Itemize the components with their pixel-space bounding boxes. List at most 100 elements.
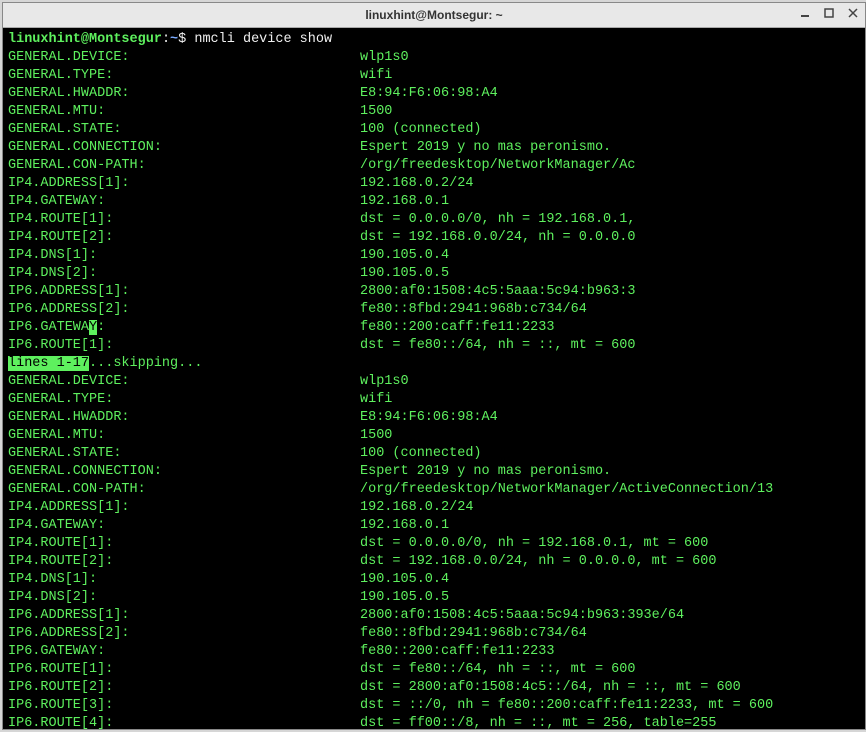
- output-value: Espert 2019 y no mas peronismo.: [360, 139, 860, 157]
- output-value: dst = 0.0.0.0/0, nh = 192.168.0.1,: [360, 211, 860, 229]
- output-row: GENERAL.HWADDR:E8:94:F6:06:98:A4: [8, 85, 860, 103]
- output-key: GENERAL.MTU:: [8, 427, 360, 445]
- minimize-icon[interactable]: [797, 5, 813, 21]
- output-row: GENERAL.MTU:1500: [8, 427, 860, 445]
- output-row: IP6.ADDRESS[1]:2800:af0:1508:4c5:5aaa:5c…: [8, 607, 860, 625]
- output-value: 192.168.0.2/24: [360, 175, 860, 193]
- output-value: /org/freedesktop/NetworkManager/Ac: [360, 157, 860, 175]
- terminal-body[interactable]: linuxhint@Montsegur:~$ nmcli device show…: [3, 28, 865, 729]
- output-row: IP6.ROUTE[3]:dst = ::/0, nh = fe80::200:…: [8, 697, 860, 715]
- output-key: IP6.ADDRESS[2]:: [8, 625, 360, 643]
- output-key: GENERAL.CON-PATH:: [8, 481, 360, 499]
- output-row: IP4.GATEWAY:192.168.0.1: [8, 517, 860, 535]
- output-value: Espert 2019 y no mas peronismo.: [360, 463, 860, 481]
- output-key: GENERAL.TYPE:: [8, 67, 360, 85]
- terminal-window: linuxhint@Montsegur: ~ linuxhint@Montseg…: [2, 2, 866, 730]
- prompt-colon: :: [162, 32, 170, 47]
- output-row: IP6.ROUTE[2]:dst = 2800:af0:1508:4c5::/6…: [8, 679, 860, 697]
- output-key: GENERAL.STATE:: [8, 445, 360, 463]
- output-row: GENERAL.DEVICE:wlp1s0: [8, 373, 860, 391]
- output-value: wlp1s0: [360, 373, 860, 391]
- window-controls: [797, 5, 861, 21]
- output-key: GENERAL.DEVICE:: [8, 373, 360, 391]
- output-value: 100 (connected): [360, 121, 860, 139]
- output-key: IP6.ROUTE[3]:: [8, 697, 360, 715]
- output-value: fe80::200:caff:fe11:2233: [360, 643, 860, 661]
- output-key: IP4.ADDRESS[1]:: [8, 175, 360, 193]
- output-value: 2800:af0:1508:4c5:5aaa:5c94:b963:3: [360, 283, 860, 301]
- close-icon[interactable]: [845, 5, 861, 21]
- output-row: GENERAL.CONNECTION:Espert 2019 y no mas …: [8, 139, 860, 157]
- output-value: 190.105.0.4: [360, 247, 860, 265]
- output-value: 2800:af0:1508:4c5:5aaa:5c94:b963:393e/64: [360, 607, 860, 625]
- output-key: IP4.DNS[1]:: [8, 571, 360, 589]
- output-key: GENERAL.CONNECTION:: [8, 139, 360, 157]
- output-value: 190.105.0.5: [360, 265, 860, 283]
- output-key: IP4.ROUTE[1]:: [8, 535, 360, 553]
- output-value: fe80::200:caff:fe11:2233: [360, 319, 860, 337]
- output-key: GENERAL.MTU:: [8, 103, 360, 121]
- output-row: IP4.DNS[1]:190.105.0.4: [8, 571, 860, 589]
- prompt-user-host: linuxhint@Montsegur: [8, 32, 162, 47]
- output-value: dst = 0.0.0.0/0, nh = 192.168.0.1, mt = …: [360, 535, 860, 553]
- output-key: IP4.ROUTE[1]:: [8, 211, 360, 229]
- output-row: IP6.ROUTE[1]:dst = fe80::/64, nh = ::, m…: [8, 337, 860, 355]
- output-row: IP4.ADDRESS[1]:192.168.0.2/24: [8, 499, 860, 517]
- output-key: IP6.ADDRESS[2]:: [8, 301, 360, 319]
- cursor: Y: [89, 320, 97, 335]
- maximize-icon[interactable]: [821, 5, 837, 21]
- output-value: dst = 2800:af0:1508:4c5::/64, nh = ::, m…: [360, 679, 860, 697]
- output-value: fe80::8fbd:2941:968b:c734/64: [360, 625, 860, 643]
- output-key: IP4.GATEWAY:: [8, 517, 360, 535]
- output-key: IP6.GATEWAY:: [8, 319, 360, 337]
- output-key: IP6.GATEWAY:: [8, 643, 360, 661]
- output-row: IP4.ROUTE[2]:dst = 192.168.0.0/24, nh = …: [8, 229, 860, 247]
- output-key: GENERAL.HWADDR:: [8, 409, 360, 427]
- output-value: wifi: [360, 67, 860, 85]
- output-row: GENERAL.HWADDR:E8:94:F6:06:98:A4: [8, 409, 860, 427]
- output-key: GENERAL.CONNECTION:: [8, 463, 360, 481]
- output-row: GENERAL.DEVICE:wlp1s0: [8, 49, 860, 67]
- output-value: fe80::8fbd:2941:968b:c734/64: [360, 301, 860, 319]
- output-key: IP4.DNS[2]:: [8, 265, 360, 283]
- output-row: IP4.DNS[2]:190.105.0.5: [8, 265, 860, 283]
- output-row: GENERAL.MTU:1500: [8, 103, 860, 121]
- output-row: IP6.ADDRESS[2]:fe80::8fbd:2941:968b:c734…: [8, 625, 860, 643]
- output-key: IP4.ROUTE[2]:: [8, 229, 360, 247]
- output-row: IP6.ADDRESS[1]:2800:af0:1508:4c5:5aaa:5c…: [8, 283, 860, 301]
- output-key: IP4.ADDRESS[1]:: [8, 499, 360, 517]
- output-row: IP4.ADDRESS[1]:192.168.0.2/24: [8, 175, 860, 193]
- output-key: IP4.ROUTE[2]:: [8, 553, 360, 571]
- output-key: GENERAL.CON-PATH:: [8, 157, 360, 175]
- output-key: GENERAL.STATE:: [8, 121, 360, 139]
- titlebar[interactable]: linuxhint@Montsegur: ~: [3, 3, 865, 28]
- output-key: GENERAL.HWADDR:: [8, 85, 360, 103]
- output-key: GENERAL.DEVICE:: [8, 49, 360, 67]
- output-value: dst = 192.168.0.0/24, nh = 0.0.0.0: [360, 229, 860, 247]
- output-value: dst = 192.168.0.0/24, nh = 0.0.0.0, mt =…: [360, 553, 860, 571]
- window-title: linuxhint@Montsegur: ~: [3, 8, 865, 22]
- output-row: IP4.ROUTE[1]:dst = 0.0.0.0/0, nh = 192.1…: [8, 535, 860, 553]
- output-row: IP4.DNS[2]:190.105.0.5: [8, 589, 860, 607]
- output-value: 192.168.0.2/24: [360, 499, 860, 517]
- output-value: E8:94:F6:06:98:A4: [360, 85, 860, 103]
- output-value: dst = ff00::/8, nh = ::, mt = 256, table…: [360, 715, 860, 729]
- output-row: IP6.GATEWAY:fe80::200:caff:fe11:2233: [8, 319, 860, 337]
- command-text: nmcli device show: [194, 32, 332, 47]
- output-value: dst = fe80::/64, nh = ::, mt = 600: [360, 337, 860, 355]
- output-value: 190.105.0.5: [360, 589, 860, 607]
- output-key: IP4.DNS[1]:: [8, 247, 360, 265]
- output-value: wlp1s0: [360, 49, 860, 67]
- output-value: dst = fe80::/64, nh = ::, mt = 600: [360, 661, 860, 679]
- output-key: IP6.ADDRESS[1]:: [8, 607, 360, 625]
- output-key: IP4.DNS[2]:: [8, 589, 360, 607]
- output-row: IP4.ROUTE[2]:dst = 192.168.0.0/24, nh = …: [8, 553, 860, 571]
- prompt-path: ~: [170, 32, 178, 47]
- output-row: GENERAL.CON-PATH:/org/freedesktop/Networ…: [8, 481, 860, 499]
- output-key: IP6.ROUTE[1]:: [8, 661, 360, 679]
- output-value: 100 (connected): [360, 445, 860, 463]
- output-row: IP6.ROUTE[1]:dst = fe80::/64, nh = ::, m…: [8, 661, 860, 679]
- output-row: IP6.GATEWAY:fe80::200:caff:fe11:2233: [8, 643, 860, 661]
- output-key: IP6.ROUTE[2]:: [8, 679, 360, 697]
- output-value: 1500: [360, 103, 860, 121]
